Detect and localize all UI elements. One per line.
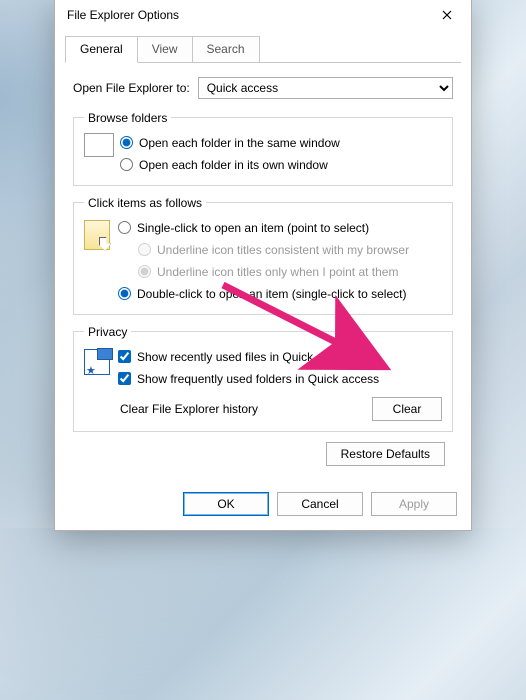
tab-panel-general: Open File Explorer to: Quick access Brow… xyxy=(65,62,461,480)
click-items-group: Click items as follows Single-click to o… xyxy=(73,196,453,315)
check-frequent-folders-label: Show frequently used folders in Quick ac… xyxy=(137,372,379,386)
radio-double-click[interactable]: Double-click to open an item (single-cli… xyxy=(118,284,409,304)
click-file-icon xyxy=(84,220,110,250)
radio-underline-point-label: Underline icon titles only when I point … xyxy=(157,265,398,279)
radio-double-click-label: Double-click to open an item (single-cli… xyxy=(137,287,406,301)
restore-defaults-button[interactable]: Restore Defaults xyxy=(326,442,445,466)
radio-single-click-input[interactable] xyxy=(118,221,131,234)
radio-own-window[interactable]: Open each folder in its own window xyxy=(120,155,340,175)
open-to-combo[interactable]: Quick access xyxy=(198,77,453,99)
tab-search[interactable]: Search xyxy=(193,36,260,63)
check-recent-files-input[interactable] xyxy=(118,350,131,363)
check-frequent-folders[interactable]: Show frequently used folders in Quick ac… xyxy=(118,369,379,389)
dialog-buttons: OK Cancel Apply xyxy=(55,480,471,530)
browse-folders-group: Browse folders Open each folder in the s… xyxy=(73,111,453,186)
radio-same-window-label: Open each folder in the same window xyxy=(139,136,340,150)
privacy-legend: Privacy xyxy=(84,325,131,339)
radio-own-window-input[interactable] xyxy=(120,158,133,171)
open-to-label: Open File Explorer to: xyxy=(73,81,190,95)
quick-access-icon xyxy=(84,349,110,375)
tab-strip: General View Search xyxy=(55,31,471,62)
tab-view[interactable]: View xyxy=(138,36,193,63)
check-frequent-folders-input[interactable] xyxy=(118,372,131,385)
close-button[interactable] xyxy=(429,1,465,29)
clear-button[interactable]: Clear xyxy=(372,397,442,421)
clear-history-label: Clear File Explorer history xyxy=(120,402,372,416)
radio-single-click-label: Single-click to open an item (point to s… xyxy=(137,221,369,235)
folder-window-icon xyxy=(84,133,114,157)
click-items-legend: Click items as follows xyxy=(84,196,206,210)
radio-own-window-label: Open each folder in its own window xyxy=(139,158,328,172)
apply-button: Apply xyxy=(371,492,457,516)
browse-folders-legend: Browse folders xyxy=(84,111,171,125)
radio-same-window[interactable]: Open each folder in the same window xyxy=(120,133,340,153)
close-icon xyxy=(442,10,452,20)
radio-double-click-input[interactable] xyxy=(118,287,131,300)
radio-underline-browser: Underline icon titles consistent with my… xyxy=(138,240,409,260)
radio-underline-point-input xyxy=(138,265,151,278)
cancel-button[interactable]: Cancel xyxy=(277,492,363,516)
window-title: File Explorer Options xyxy=(67,8,429,22)
titlebar: File Explorer Options xyxy=(55,0,471,31)
open-to-row: Open File Explorer to: Quick access xyxy=(73,77,453,99)
radio-underline-point: Underline icon titles only when I point … xyxy=(138,262,409,282)
check-recent-files[interactable]: Show recently used files in Quick access xyxy=(118,347,379,367)
check-recent-files-label: Show recently used files in Quick access xyxy=(137,350,354,364)
radio-single-click[interactable]: Single-click to open an item (point to s… xyxy=(118,218,409,238)
ok-button[interactable]: OK xyxy=(183,492,269,516)
privacy-group: Privacy Show recently used files in Quic… xyxy=(73,325,453,432)
radio-same-window-input[interactable] xyxy=(120,136,133,149)
tab-general[interactable]: General xyxy=(65,36,138,63)
file-explorer-options-dialog: File Explorer Options General View Searc… xyxy=(54,0,472,531)
radio-underline-browser-label: Underline icon titles consistent with my… xyxy=(157,243,409,257)
radio-underline-browser-input xyxy=(138,243,151,256)
